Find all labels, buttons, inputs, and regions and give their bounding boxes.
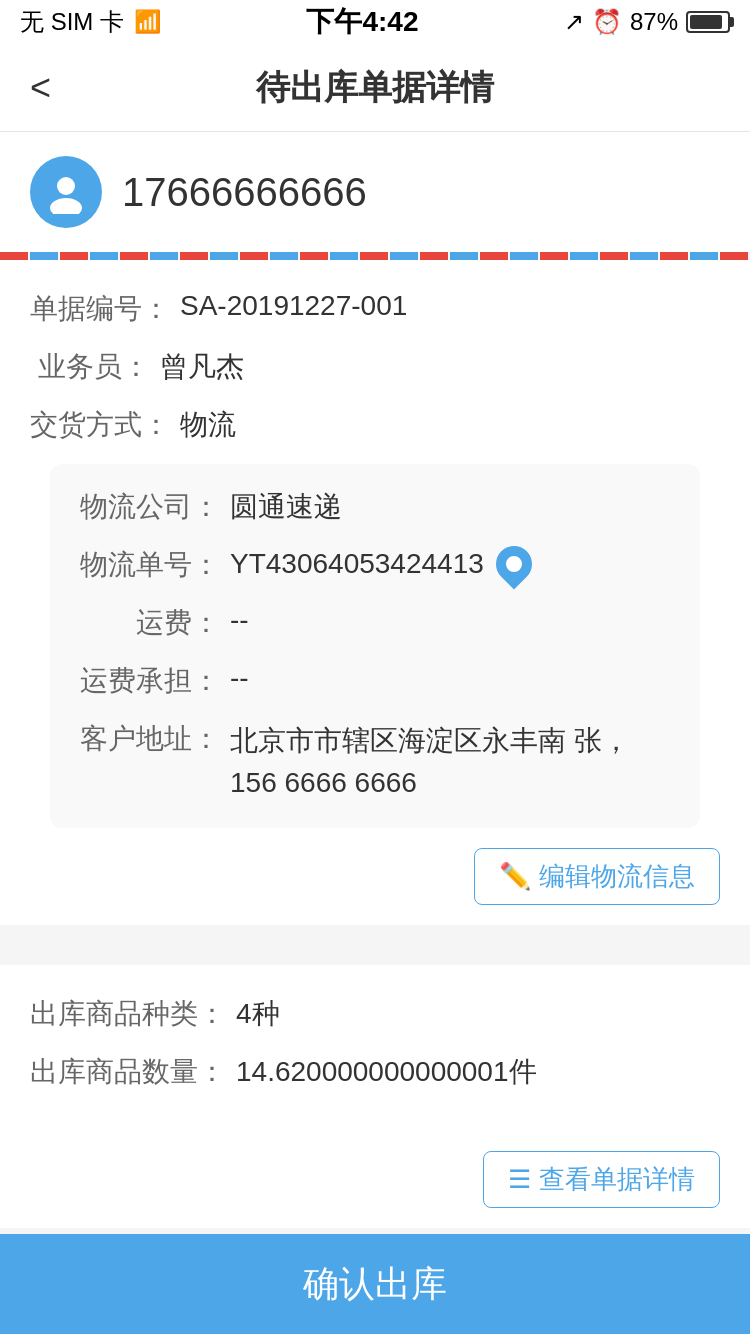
view-details-button[interactable]: ☰ 查看单据详情 (483, 1151, 720, 1208)
tracking-location-icon[interactable] (488, 539, 539, 590)
salesman-label: 业务员： (30, 348, 160, 386)
section-divider (0, 945, 750, 965)
logistics-tracking-value: YT43064053424413 (230, 546, 670, 582)
content: 17666666666 单据编号： SA-20191227-001 业务员： 曾… (0, 132, 750, 1334)
dashed-divider (0, 252, 750, 260)
order-no-value: SA-20191227-001 (180, 290, 720, 322)
logistics-tracking-label: 物流单号： (80, 546, 230, 584)
logistics-address-value: 北京市市辖区海淀区永丰南 张，156 6666 6666 (230, 720, 670, 804)
page-title: 待出库单据详情 (256, 65, 494, 111)
logistics-company-value: 圆通速递 (230, 488, 670, 526)
logistics-freight-bear-label: 运费承担： (80, 662, 230, 700)
delivery-row: 交货方式： 物流 (30, 406, 720, 444)
alarm-icon: ⏰ (592, 8, 622, 36)
confirm-btn-label: 确认出库 (303, 1260, 447, 1309)
battery-icon (686, 11, 730, 33)
edit-btn-label: 编辑物流信息 (539, 859, 695, 894)
logistics-company-row: 物流公司： 圆通速递 (80, 488, 670, 526)
salesman-row: 业务员： 曾凡杰 (30, 348, 720, 386)
user-header: 17666666666 (0, 132, 750, 252)
goods-types-label: 出库商品种类： (30, 995, 236, 1033)
logistics-freight-bear-row: 运费承担： -- (80, 662, 670, 700)
edit-icon: ✏️ (499, 861, 531, 892)
logistics-freight-value: -- (230, 604, 670, 636)
logistics-tracking-row: 物流单号： YT43064053424413 (80, 546, 670, 584)
order-info-section: 单据编号： SA-20191227-001 业务员： 曾凡杰 交货方式： 物流 … (0, 260, 750, 925)
logistics-freight-row: 运费： -- (80, 604, 670, 642)
svg-point-0 (57, 177, 75, 195)
svg-point-1 (50, 198, 82, 214)
logistics-card: 物流公司： 圆通速递 物流单号： YT43064053424413 运费： --… (50, 464, 700, 828)
edit-btn-row: ✏️ 编辑物流信息 (30, 848, 720, 915)
status-left: 无 SIM 卡 📶 (20, 6, 161, 38)
goods-section: 出库商品种类： 4种 出库商品数量： 14.620000000000001件 (0, 965, 750, 1141)
back-button[interactable]: < (30, 67, 51, 109)
logistics-freight-bear-value: -- (230, 662, 670, 694)
order-no-row: 单据编号： SA-20191227-001 (30, 290, 720, 328)
sim-status: 无 SIM 卡 (20, 6, 124, 38)
view-btn-row: ☰ 查看单据详情 (0, 1141, 750, 1228)
location-status-icon: ↗ (564, 8, 584, 36)
wifi-icon: 📶 (134, 9, 161, 35)
salesman-value: 曾凡杰 (160, 348, 720, 386)
logistics-company-label: 物流公司： (80, 488, 230, 526)
logistics-address-row: 客户地址： 北京市市辖区海淀区永丰南 张，156 6666 6666 (80, 720, 670, 804)
logistics-freight-label: 运费： (80, 604, 230, 642)
nav-bar: < 待出库单据详情 (0, 44, 750, 132)
order-no-label: 单据编号： (30, 290, 180, 328)
status-time: 下午4:42 (306, 3, 418, 41)
goods-types-row: 出库商品种类： 4种 (30, 995, 720, 1033)
avatar (30, 156, 102, 228)
delivery-value: 物流 (180, 406, 720, 444)
goods-quantity-label: 出库商品数量： (30, 1053, 236, 1091)
goods-quantity-row: 出库商品数量： 14.620000000000001件 (30, 1053, 720, 1091)
logistics-address-label: 客户地址： (80, 720, 230, 758)
user-phone: 17666666666 (122, 170, 367, 215)
view-btn-label: 查看单据详情 (539, 1162, 695, 1197)
goods-types-value: 4种 (236, 995, 280, 1033)
goods-quantity-value: 14.620000000000001件 (236, 1053, 537, 1091)
status-bar: 无 SIM 卡 📶 下午4:42 ↗ ⏰ 87% (0, 0, 750, 44)
edit-logistics-button[interactable]: ✏️ 编辑物流信息 (474, 848, 720, 905)
delivery-label: 交货方式： (30, 406, 180, 444)
battery-percent: 87% (630, 8, 678, 36)
status-right: ↗ ⏰ 87% (564, 8, 730, 36)
confirm-button[interactable]: 确认出库 (0, 1234, 750, 1334)
view-icon: ☰ (508, 1164, 531, 1195)
